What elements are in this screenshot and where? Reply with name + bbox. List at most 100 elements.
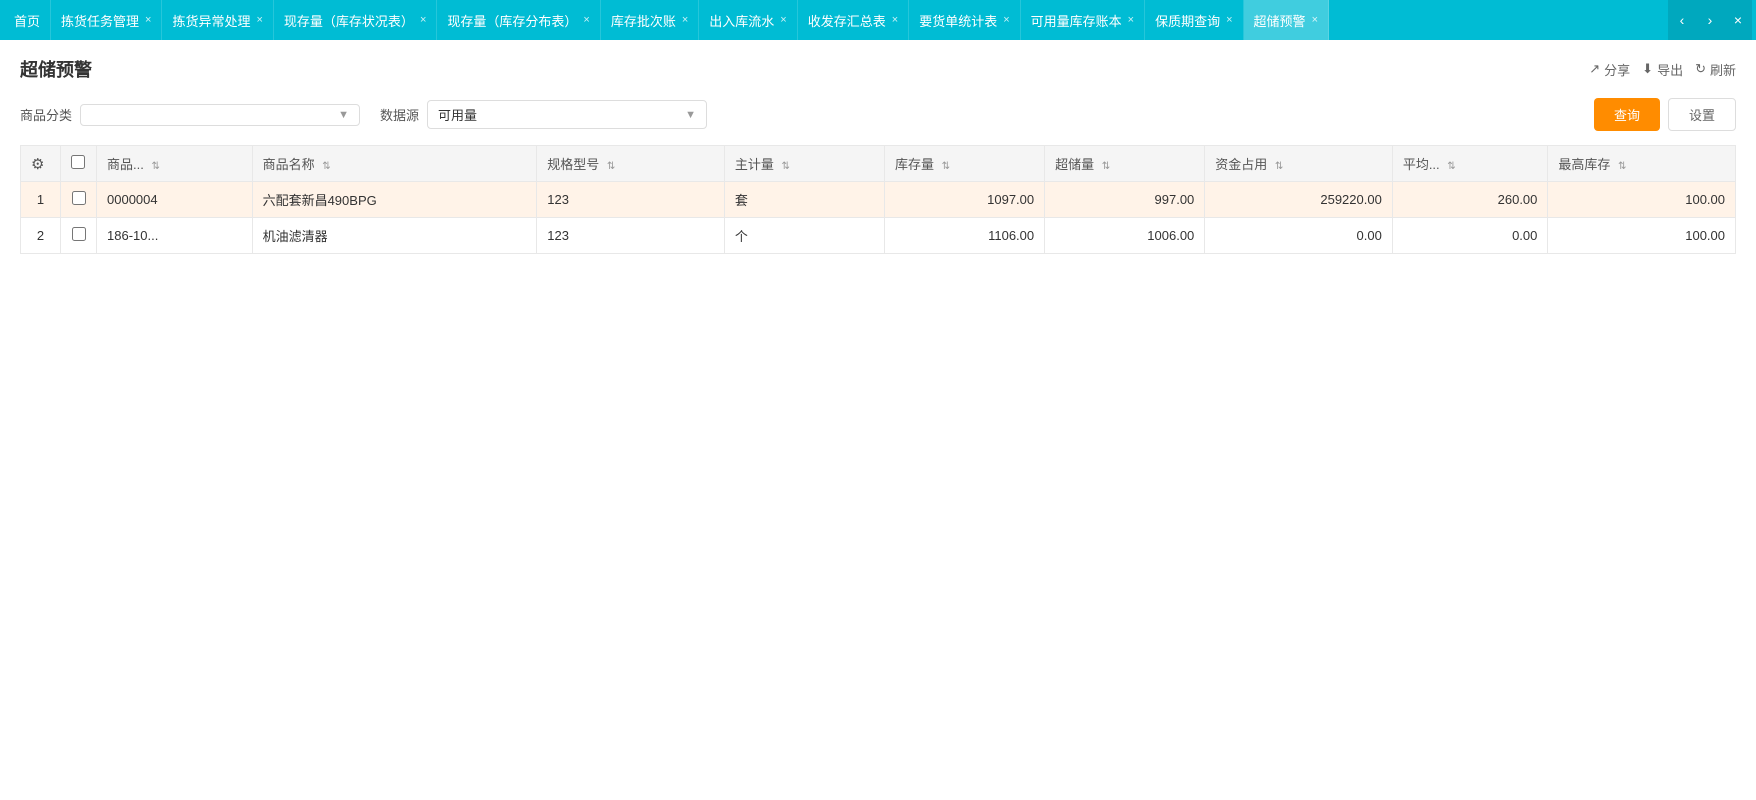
nav-label-overstock: 超储预警 <box>1254 11 1306 30</box>
nav-label-exception: 拣货异常处理 <box>172 11 250 30</box>
nav-close-available[interactable]: × <box>1128 14 1134 26</box>
export-label: 导出 <box>1657 60 1683 79</box>
nav-item-flow[interactable]: 出入库流水 × <box>699 0 797 40</box>
th-stock-label: 库存量 <box>895 157 934 172</box>
th-name[interactable]: 商品名称 ⇅ <box>252 146 537 182</box>
th-spec-label: 规格型号 <box>547 157 599 172</box>
sort-icon-overstock: ⇅ <box>1102 161 1110 172</box>
nav-close-stock-dist[interactable]: × <box>583 14 589 26</box>
refresh-icon: ↻ <box>1695 61 1706 77</box>
td-name-1: 机油滤清器 <box>252 218 537 254</box>
nav-item-overstock[interactable]: 超储预警 × <box>1244 0 1329 40</box>
nav-item-home[interactable]: 首页 <box>4 0 51 40</box>
refresh-button[interactable]: ↻ 刷新 <box>1695 60 1736 79</box>
category-label: 商品分类 <box>20 105 72 124</box>
nav-label-batch: 库存批次账 <box>611 11 676 30</box>
nav-item-available[interactable]: 可用量库存账本 × <box>1021 0 1145 40</box>
nav-close-exception[interactable]: × <box>256 14 262 26</box>
nav-prev-button[interactable]: ‹ <box>1668 0 1696 40</box>
row-checkbox-0[interactable] <box>72 191 86 205</box>
filter-category: 商品分类 ▼ <box>20 104 360 126</box>
query-button[interactable]: 查询 <box>1594 98 1660 131</box>
nav-close-flow[interactable]: × <box>780 14 786 26</box>
nav-close-summary[interactable]: × <box>892 14 898 26</box>
nav-next-button[interactable]: › <box>1696 0 1724 40</box>
filter-datasource: 数据源 可用量 ▼ <box>380 100 707 129</box>
sort-icon-spec: ⇅ <box>607 161 615 172</box>
sort-icon-code: ⇅ <box>151 161 159 172</box>
td-capital-1: 0.00 <box>1205 218 1393 254</box>
nav-item-task[interactable]: 拣货任务管理 × <box>51 0 162 40</box>
th-spec[interactable]: 规格型号 ⇅ <box>537 146 725 182</box>
export-button[interactable]: ⬇ 导出 <box>1642 60 1683 79</box>
share-icon: ↗ <box>1589 61 1600 77</box>
nav-item-stock-status[interactable]: 现存量（库存状况表） × <box>274 0 437 40</box>
nav-label-available: 可用量库存账本 <box>1031 11 1122 30</box>
nav-item-batch[interactable]: 库存批次账 × <box>601 0 699 40</box>
th-capital-label: 资金占用 <box>1215 157 1267 172</box>
td-unit-0: 套 <box>724 182 884 218</box>
th-max[interactable]: 最高库存 ⇅ <box>1548 146 1736 182</box>
share-button[interactable]: ↗ 分享 <box>1589 60 1630 79</box>
refresh-label: 刷新 <box>1710 60 1736 79</box>
nav-item-exception[interactable]: 拣货异常处理 × <box>162 0 273 40</box>
nav-label-expiry: 保质期查询 <box>1155 11 1220 30</box>
td-check-0[interactable] <box>61 182 97 218</box>
page-header: 超储预警 ↗ 分享 ⬇ 导出 ↻ 刷新 <box>20 56 1736 82</box>
datasource-value: 可用量 <box>438 105 477 124</box>
th-unit[interactable]: 主计量 ⇅ <box>724 146 884 182</box>
nav-label-home: 首页 <box>14 11 40 30</box>
td-code-1: 186-10... <box>97 218 253 254</box>
sort-icon-unit: ⇅ <box>781 161 789 172</box>
td-unit-1: 个 <box>724 218 884 254</box>
sort-icon-max: ⇅ <box>1618 161 1626 172</box>
th-settings[interactable]: ⚙ <box>21 146 61 182</box>
nav-item-expiry[interactable]: 保质期查询 × <box>1145 0 1243 40</box>
top-navigation: 首页 拣货任务管理 × 拣货异常处理 × 现存量（库存状况表） × 现存量（库存… <box>0 0 1756 40</box>
th-code[interactable]: 商品... ⇅ <box>97 146 253 182</box>
nav-item-stock-dist[interactable]: 现存量（库存分布表） × <box>437 0 600 40</box>
table-body: 1 0000004 六配套新昌490BPG 123 套 1097.00 997.… <box>21 182 1736 254</box>
nav-label-flow: 出入库流水 <box>709 11 774 30</box>
td-max-1: 100.00 <box>1548 218 1736 254</box>
td-name-0: 六配套新昌490BPG <box>252 182 537 218</box>
settings-button[interactable]: 设置 <box>1668 98 1736 131</box>
table-row: 2 186-10... 机油滤清器 123 个 1106.00 1006.00 … <box>21 218 1736 254</box>
datasource-select[interactable]: 可用量 ▼ <box>427 100 707 129</box>
share-label: 分享 <box>1604 60 1630 79</box>
gear-icon[interactable]: ⚙ <box>31 156 44 173</box>
nav-close-stock-status[interactable]: × <box>420 14 426 26</box>
sort-icon-capital: ⇅ <box>1275 161 1283 172</box>
th-check <box>61 146 97 182</box>
nav-close-order-stat[interactable]: × <box>1003 14 1009 26</box>
nav-item-summary[interactable]: 收发存汇总表 × <box>798 0 909 40</box>
nav-label-task: 拣货任务管理 <box>61 11 139 30</box>
nav-close-task[interactable]: × <box>145 14 151 26</box>
sort-icon-name: ⇅ <box>322 161 330 172</box>
filter-row: 商品分类 ▼ 数据源 可用量 ▼ 查询 设置 <box>20 98 1736 131</box>
nav-close-expiry[interactable]: × <box>1226 14 1232 26</box>
nav-close-batch[interactable]: × <box>682 14 688 26</box>
export-icon: ⬇ <box>1642 61 1653 77</box>
page-container: 超储预警 ↗ 分享 ⬇ 导出 ↻ 刷新 商品分类 ▼ 数据源 <box>0 40 1756 800</box>
category-select[interactable]: ▼ <box>80 104 360 126</box>
nav-item-order-stat[interactable]: 要货单统计表 × <box>909 0 1020 40</box>
row-checkbox-1[interactable] <box>72 227 86 241</box>
th-stock[interactable]: 库存量 ⇅ <box>884 146 1044 182</box>
td-check-1[interactable] <box>61 218 97 254</box>
td-max-0: 100.00 <box>1548 182 1736 218</box>
nav-label-stock-dist: 现存量（库存分布表） <box>447 11 577 30</box>
td-overstock-0: 997.00 <box>1045 182 1205 218</box>
td-code-0: 0000004 <box>97 182 253 218</box>
nav-close-overstock[interactable]: × <box>1312 14 1318 26</box>
td-stock-1: 1106.00 <box>884 218 1044 254</box>
select-all-checkbox[interactable] <box>71 155 85 169</box>
th-capital[interactable]: 资金占用 ⇅ <box>1205 146 1393 182</box>
td-index-1: 2 <box>21 218 61 254</box>
data-table: ⚙ 商品... ⇅ 商品名称 ⇅ 规格型号 ⇅ 主计量 <box>20 145 1736 254</box>
th-avg[interactable]: 平均... ⇅ <box>1392 146 1548 182</box>
th-overstock[interactable]: 超储量 ⇅ <box>1045 146 1205 182</box>
nav-close-all-button[interactable]: × <box>1724 0 1752 40</box>
td-spec-0: 123 <box>537 182 725 218</box>
td-overstock-1: 1006.00 <box>1045 218 1205 254</box>
